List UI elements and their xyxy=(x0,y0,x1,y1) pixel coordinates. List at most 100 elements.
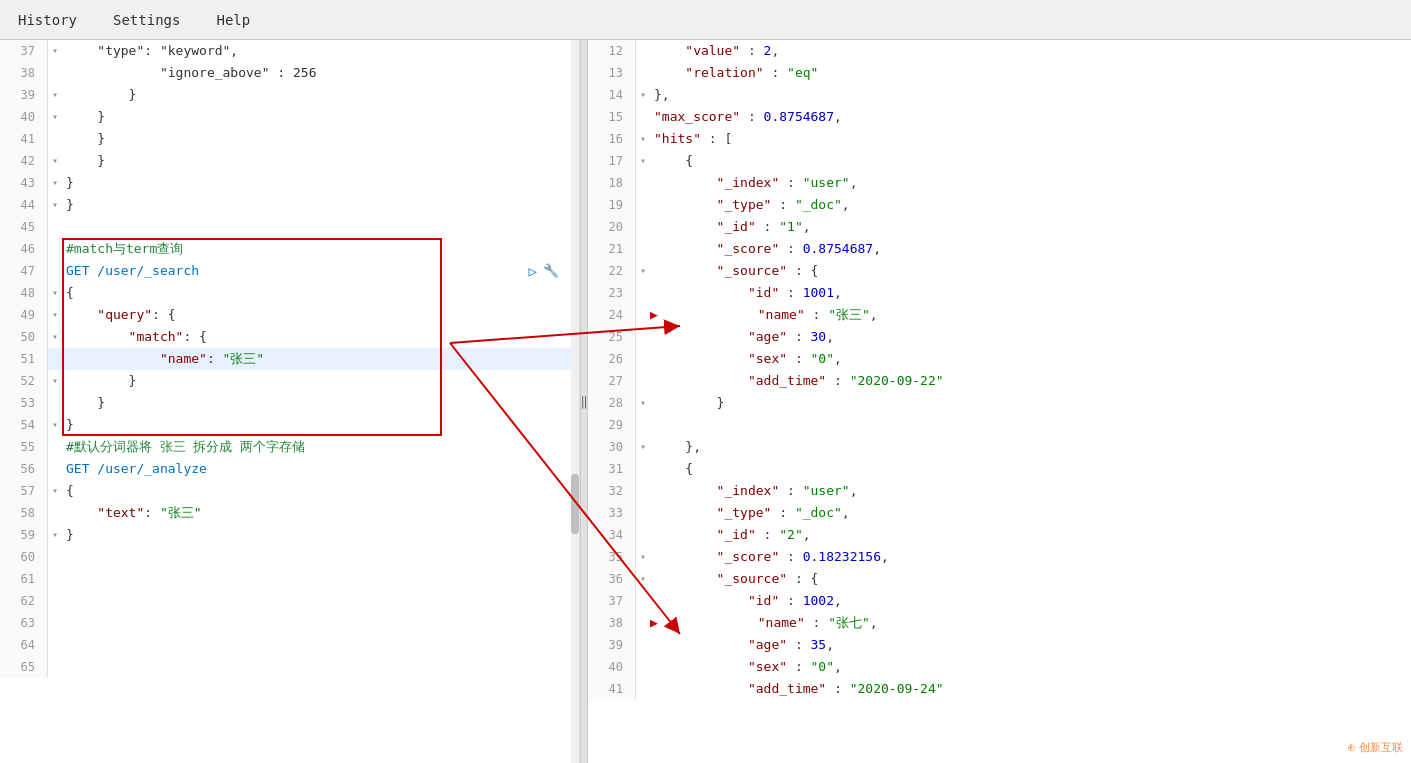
fold-icon[interactable]: ▾ xyxy=(48,106,62,128)
line-content: { xyxy=(62,480,579,502)
line-number: 53 xyxy=(0,392,48,414)
line-content: "_id" : "1", xyxy=(650,216,1411,238)
line-content: } xyxy=(62,150,579,172)
line-number: 63 xyxy=(0,612,48,634)
right-line-41: 41 "add_time" : "2020-09-24" xyxy=(588,678,1411,700)
fold-icon[interactable]: ▾ xyxy=(636,392,650,414)
line-content: "name": "张三" xyxy=(62,348,579,370)
fold-icon[interactable]: ▾ xyxy=(636,128,650,150)
line-number: 62 xyxy=(0,590,48,612)
left-line-49: 49▾ "query": { xyxy=(0,304,579,326)
line-number: 31 xyxy=(588,458,636,480)
line-number: 36 xyxy=(588,568,636,590)
left-line-47: 47GET /user/_search ▷ 🔧 xyxy=(0,260,579,282)
fold-icon[interactable]: ▾ xyxy=(48,282,62,304)
line-content: "_score" : 0.18232156, xyxy=(650,546,1411,568)
fold-icon[interactable]: ▾ xyxy=(48,150,62,172)
right-line-17: 17▾ { xyxy=(588,150,1411,172)
line-content: "id" : 1002, xyxy=(650,590,1411,612)
fold-icon[interactable]: ▾ xyxy=(636,84,650,106)
line-number: 21 xyxy=(588,238,636,260)
right-line-14: 14▾}, xyxy=(588,84,1411,106)
line-content: "_index" : "user", xyxy=(650,172,1411,194)
line-number: 32 xyxy=(588,480,636,502)
fold-icon[interactable]: ▾ xyxy=(48,480,62,502)
line-number: 29 xyxy=(588,414,636,436)
line-number: 57 xyxy=(0,480,48,502)
right-code-area: 12 "value" : 2,13 "relation" : "eq"14▾},… xyxy=(588,40,1411,763)
menu-settings[interactable]: Settings xyxy=(105,8,188,32)
line-content: "_type" : "_doc", xyxy=(650,194,1411,216)
menu-history[interactable]: History xyxy=(10,8,85,32)
fold-icon[interactable]: ▾ xyxy=(636,150,650,172)
right-line-23: 23 "id" : 1001, xyxy=(588,282,1411,304)
line-content: "type": "keyword", xyxy=(62,40,579,62)
right-line-12: 12 "value" : 2, xyxy=(588,40,1411,62)
right-line-38: 38▶ "name" : "张七", xyxy=(588,612,1411,634)
right-line-39: 39 "age" : 35, xyxy=(588,634,1411,656)
line-content: } xyxy=(62,84,579,106)
line-content: #match与term查询 xyxy=(62,238,579,260)
left-line-59: 59▾} xyxy=(0,524,579,546)
line-number: 12 xyxy=(588,40,636,62)
left-line-46: 46 #match与term查询 xyxy=(0,238,579,260)
line-number: 26 xyxy=(588,348,636,370)
line-number: 59 xyxy=(0,524,48,546)
fold-icon[interactable]: ▾ xyxy=(636,260,650,282)
line-number: 58 xyxy=(0,502,48,524)
line-content: } xyxy=(650,392,1411,414)
panel-splitter[interactable]: ‖ xyxy=(580,40,588,763)
right-line-40: 40 "sex" : "0", xyxy=(588,656,1411,678)
fold-icon[interactable]: ▾ xyxy=(48,194,62,216)
line-number: 33 xyxy=(588,502,636,524)
fold-icon[interactable]: ▾ xyxy=(48,172,62,194)
fold-icon[interactable]: ▾ xyxy=(48,304,62,326)
fold-icon[interactable]: ▾ xyxy=(636,546,650,568)
fold-icon[interactable]: ▾ xyxy=(48,326,62,348)
line-content: "ignore_above" : 256 xyxy=(62,62,579,84)
line-number: 46 xyxy=(0,238,48,260)
run-icon[interactable]: ▷ xyxy=(529,260,537,282)
watermark: ⊕ 创新互联 xyxy=(1347,740,1403,755)
right-line-19: 19 "_type" : "_doc", xyxy=(588,194,1411,216)
right-inner: 12 "value" : 2,13 "relation" : "eq"14▾},… xyxy=(588,40,1411,763)
left-scrollbar[interactable] xyxy=(571,40,579,763)
line-content: }, xyxy=(650,84,1411,106)
left-line-63: 63 xyxy=(0,612,579,634)
line-number: 65 xyxy=(0,656,48,678)
fold-icon[interactable]: ▾ xyxy=(48,84,62,106)
right-line-27: 27 "add_time" : "2020-09-22" xyxy=(588,370,1411,392)
line-content: "value" : 2, xyxy=(650,40,1411,62)
line-content: } xyxy=(62,370,579,392)
fold-icon[interactable]: ▾ xyxy=(48,370,62,392)
menubar: History Settings Help xyxy=(0,0,1411,40)
line-content: } xyxy=(62,172,579,194)
right-line-31: 31 { xyxy=(588,458,1411,480)
fold-icon[interactable]: ▾ xyxy=(636,436,650,458)
right-panel: 12 "value" : 2,13 "relation" : "eq"14▾},… xyxy=(588,40,1411,763)
line-number: 40 xyxy=(0,106,48,128)
line-content: "add_time" : "2020-09-24" xyxy=(650,678,1411,700)
right-line-34: 34 "_id" : "2", xyxy=(588,524,1411,546)
left-line-40: 40▾ } xyxy=(0,106,579,128)
fold-icon[interactable]: ▾ xyxy=(48,40,62,62)
line-content: "_score" : 0.8754687, xyxy=(650,238,1411,260)
fold-icon[interactable]: ▾ xyxy=(48,414,62,436)
line-number: 19 xyxy=(588,194,636,216)
line-content: GET /user/_analyze xyxy=(62,458,579,480)
line-content: #默认分词器将 张三 拆分成 两个字存储 xyxy=(62,436,579,458)
line-number: 56 xyxy=(0,458,48,480)
left-line-51: 51 "name": "张三" xyxy=(0,348,579,370)
left-line-52: 52▾ } xyxy=(0,370,579,392)
left-line-37: 37▾ "type": "keyword", xyxy=(0,40,579,62)
left-scrollbar-thumb[interactable] xyxy=(571,474,579,534)
wrench-icon[interactable]: 🔧 xyxy=(543,260,559,282)
line-content: "age" : 35, xyxy=(650,634,1411,656)
left-line-45: 45 xyxy=(0,216,579,238)
line-number: 54 xyxy=(0,414,48,436)
fold-icon[interactable]: ▾ xyxy=(636,568,650,590)
fold-icon[interactable]: ▾ xyxy=(48,524,62,546)
line-content: "age" : 30, xyxy=(650,326,1411,348)
line-number: 28 xyxy=(588,392,636,414)
menu-help[interactable]: Help xyxy=(208,8,258,32)
